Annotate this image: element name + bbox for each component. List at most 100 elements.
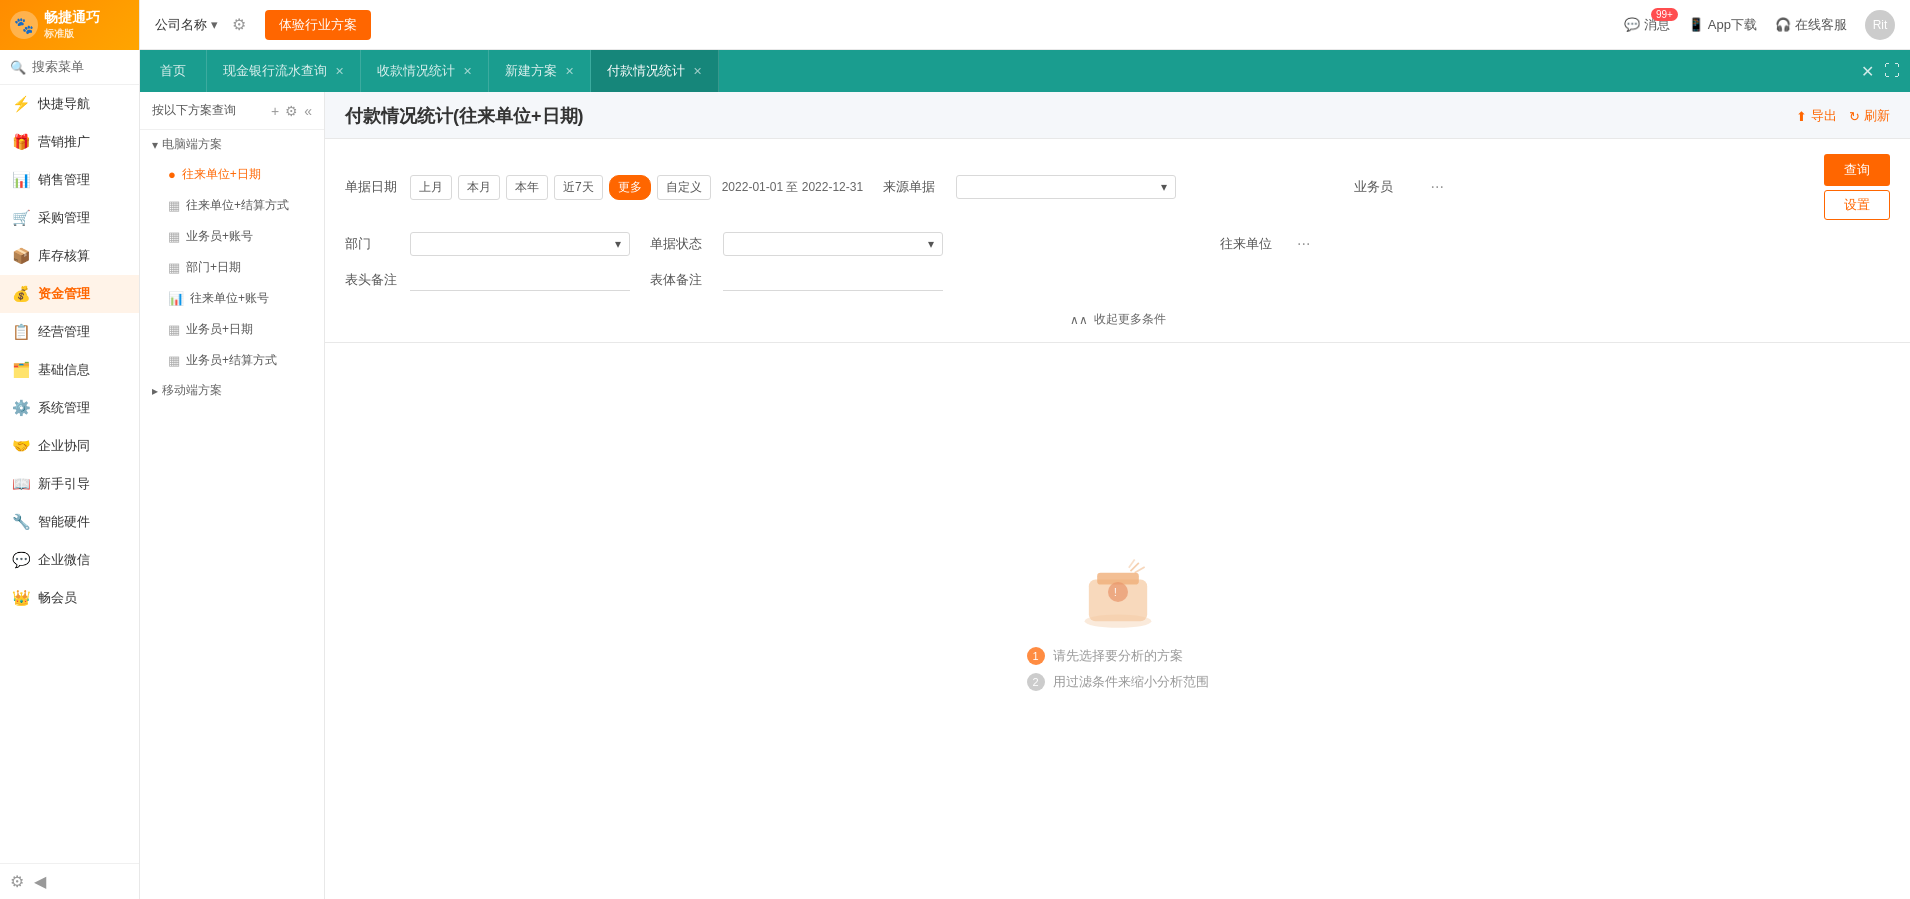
sidebar-item-vip[interactable]: 👑 畅会员 — [0, 579, 139, 617]
sidebar-item-sales[interactable]: 📊 销售管理 — [0, 161, 139, 199]
scheme-item-staff-settle[interactable]: ▦ 业务员+结算方式 — [140, 345, 324, 376]
dept-label: 部门 — [345, 235, 410, 253]
source-doc-select[interactable]: ▾ — [956, 175, 1176, 199]
last-7-btn[interactable]: 近7天 — [554, 175, 603, 200]
close-tab-icon[interactable]: ✕ — [1861, 62, 1874, 81]
page-header: 付款情况统计(往来单位+日期) ⬆ 导出 ↻ 刷新 — [325, 92, 1910, 139]
tab-close-bank-flow[interactable]: ✕ — [335, 65, 344, 78]
scheme-item-unit-date[interactable]: ● 往来单位+日期 — [140, 159, 324, 190]
settings-bottom-icon[interactable]: ⚙ — [10, 872, 24, 891]
scheme-header-title: 按以下方案查询 — [152, 102, 236, 119]
hint-num-1: 1 — [1027, 647, 1045, 665]
online-service-btn[interactable]: 🎧 在线客服 — [1775, 16, 1847, 34]
tab-bank-flow[interactable]: 现金银行流水查询 ✕ — [207, 50, 361, 92]
scheme-collapse-icon[interactable]: « — [304, 103, 312, 119]
search-icon: 🔍 — [10, 60, 26, 75]
tab-close-new-scheme[interactable]: ✕ — [565, 65, 574, 78]
settings-btn[interactable]: 设置 — [1824, 190, 1890, 220]
sidebar-bottom: ⚙ ◀ — [0, 863, 139, 899]
sidebar-item-system[interactable]: ⚙️ 系统管理 — [0, 389, 139, 427]
tab-close-payment[interactable]: ✕ — [693, 65, 702, 78]
tab-receipts-stats[interactable]: 收款情况统计 ✕ — [361, 50, 489, 92]
scheme-header: 按以下方案查询 + ⚙ « — [140, 92, 324, 130]
avatar[interactable]: Rit — [1865, 10, 1895, 40]
scheme-mobile-expand-icon[interactable]: ▸ — [152, 384, 158, 398]
sidebar-item-purchase[interactable]: 🛒 采购管理 — [0, 199, 139, 237]
collapse-btn[interactable]: ∧∧ 收起更多条件 — [345, 303, 1890, 332]
sidebar-item-enterprise[interactable]: 🤝 企业协同 — [0, 427, 139, 465]
basic-info-icon: 🗂️ — [12, 361, 30, 379]
scheme-expand-icon[interactable]: ▾ — [152, 138, 158, 152]
sidebar-item-marketing[interactable]: 🎁 营销推广 — [0, 123, 139, 161]
sales-icon: 📊 — [12, 171, 30, 189]
tabs-end: ✕ ⛶ — [1851, 50, 1910, 92]
messages-btn[interactable]: 💬 消息 99+ — [1624, 16, 1670, 34]
collapse-sidebar-icon[interactable]: ◀ — [34, 872, 46, 891]
sidebar-item-basic-info[interactable]: 🗂️ 基础信息 — [0, 351, 139, 389]
source-doc-dropdown-icon: ▾ — [1161, 180, 1167, 194]
scheme-mobile-section: ▸ 移动端方案 — [140, 376, 324, 405]
sidebar-item-quick-nav[interactable]: ⚡ 快捷导航 — [0, 85, 139, 123]
related-unit-ellipsis[interactable]: ··· — [1293, 235, 1314, 253]
table-body-note-input[interactable] — [723, 268, 943, 291]
scheme-settings-icon[interactable]: ⚙ — [285, 103, 298, 119]
trial-btn[interactable]: 体验行业方案 — [265, 10, 371, 40]
topbar-settings-icon[interactable]: ⚙ — [228, 11, 250, 38]
scheme-item-staff-date[interactable]: ▦ 业务员+日期 — [140, 314, 324, 345]
table-header-note-label: 表头备注 — [345, 271, 410, 289]
sidebar-item-guide[interactable]: 📖 新手引导 — [0, 465, 139, 503]
search-menu-btn[interactable]: 🔍 搜索菜单 — [0, 50, 139, 85]
scheme-item-dept-date[interactable]: ▦ 部门+日期 — [140, 252, 324, 283]
more-btn[interactable]: 更多 — [609, 175, 651, 200]
dept-dropdown-icon: ▾ — [615, 237, 621, 251]
date-buttons: 上月 本月 本年 近7天 更多 自定义 2022-01-01 至 2022-12… — [410, 175, 863, 200]
scheme-item-icon-2: ▦ — [168, 229, 180, 244]
export-icon: ⬆ — [1796, 109, 1807, 124]
this-year-btn[interactable]: 本年 — [506, 175, 548, 200]
doc-status-select[interactable]: ▾ — [723, 232, 943, 256]
custom-btn[interactable]: 自定义 — [657, 175, 711, 200]
purchase-icon: 🛒 — [12, 209, 30, 227]
page-title: 付款情况统计(往来单位+日期) — [345, 104, 584, 128]
vip-icon: 👑 — [12, 589, 30, 607]
date-range-display: 2022-01-01 至 2022-12-31 — [722, 179, 863, 196]
scheme-item-unit-account[interactable]: 📊 往来单位+账号 — [140, 283, 324, 314]
maximize-icon[interactable]: ⛶ — [1884, 62, 1900, 80]
query-btn[interactable]: 查询 — [1824, 154, 1890, 186]
sidebar: 🐾 畅捷通巧 标准版 🔍 搜索菜单 ⚡ 快捷导航 🎁 营销推广 📊 销售管理 🛒… — [0, 0, 140, 899]
tab-new-scheme[interactable]: 新建方案 ✕ — [489, 50, 591, 92]
scheme-add-icon[interactable]: + — [271, 103, 279, 119]
company-dropdown-icon: ▾ — [211, 17, 218, 32]
sales-staff-ellipsis[interactable]: ··· — [1427, 178, 1448, 196]
marketing-icon: 🎁 — [12, 133, 30, 151]
refresh-icon: ↻ — [1849, 109, 1860, 124]
svg-line-6 — [1134, 567, 1144, 573]
dept-select[interactable]: ▾ — [410, 232, 630, 256]
scheme-item-staff-account[interactable]: ▦ 业务员+账号 — [140, 221, 324, 252]
scheme-item-icon-6: ▦ — [168, 353, 180, 368]
sidebar-item-operations[interactable]: 📋 经营管理 — [0, 313, 139, 351]
company-selector[interactable]: 公司名称 ▾ — [155, 16, 218, 34]
quick-nav-icon: ⚡ — [12, 95, 30, 113]
tab-close-receipts[interactable]: ✕ — [463, 65, 472, 78]
scheme-header-icons: + ⚙ « — [271, 103, 312, 119]
sidebar-item-funds[interactable]: 💰 资金管理 — [0, 275, 139, 313]
table-header-note-input[interactable] — [410, 268, 630, 291]
tab-home[interactable]: 首页 — [140, 50, 207, 92]
topbar-actions: 💬 消息 99+ 📱 App下载 🎧 在线客服 Rit — [1624, 10, 1895, 40]
sidebar-item-weixin[interactable]: 💬 企业微信 — [0, 541, 139, 579]
filter-row-2: 部门 ▾ 单据状态 ▾ 往来单位 ··· — [345, 232, 1890, 256]
table-body-note-label: 表体备注 — [650, 271, 715, 289]
tab-payment-stats[interactable]: 付款情况统计 ✕ — [591, 50, 719, 92]
sidebar-item-hardware[interactable]: 🔧 智能硬件 — [0, 503, 139, 541]
sidebar-item-inventory[interactable]: 📦 库存核算 — [0, 237, 139, 275]
scheme-item-unit-settle[interactable]: ▦ 往来单位+结算方式 — [140, 190, 324, 221]
last-month-btn[interactable]: 上月 — [410, 175, 452, 200]
svg-text:!: ! — [1113, 585, 1116, 598]
this-month-btn[interactable]: 本月 — [458, 175, 500, 200]
logo-icon: 🐾 — [10, 11, 38, 39]
app-download-btn[interactable]: 📱 App下载 — [1688, 16, 1757, 34]
export-btn[interactable]: ⬆ 导出 — [1796, 107, 1837, 125]
inventory-icon: 📦 — [12, 247, 30, 265]
refresh-btn[interactable]: ↻ 刷新 — [1849, 107, 1890, 125]
